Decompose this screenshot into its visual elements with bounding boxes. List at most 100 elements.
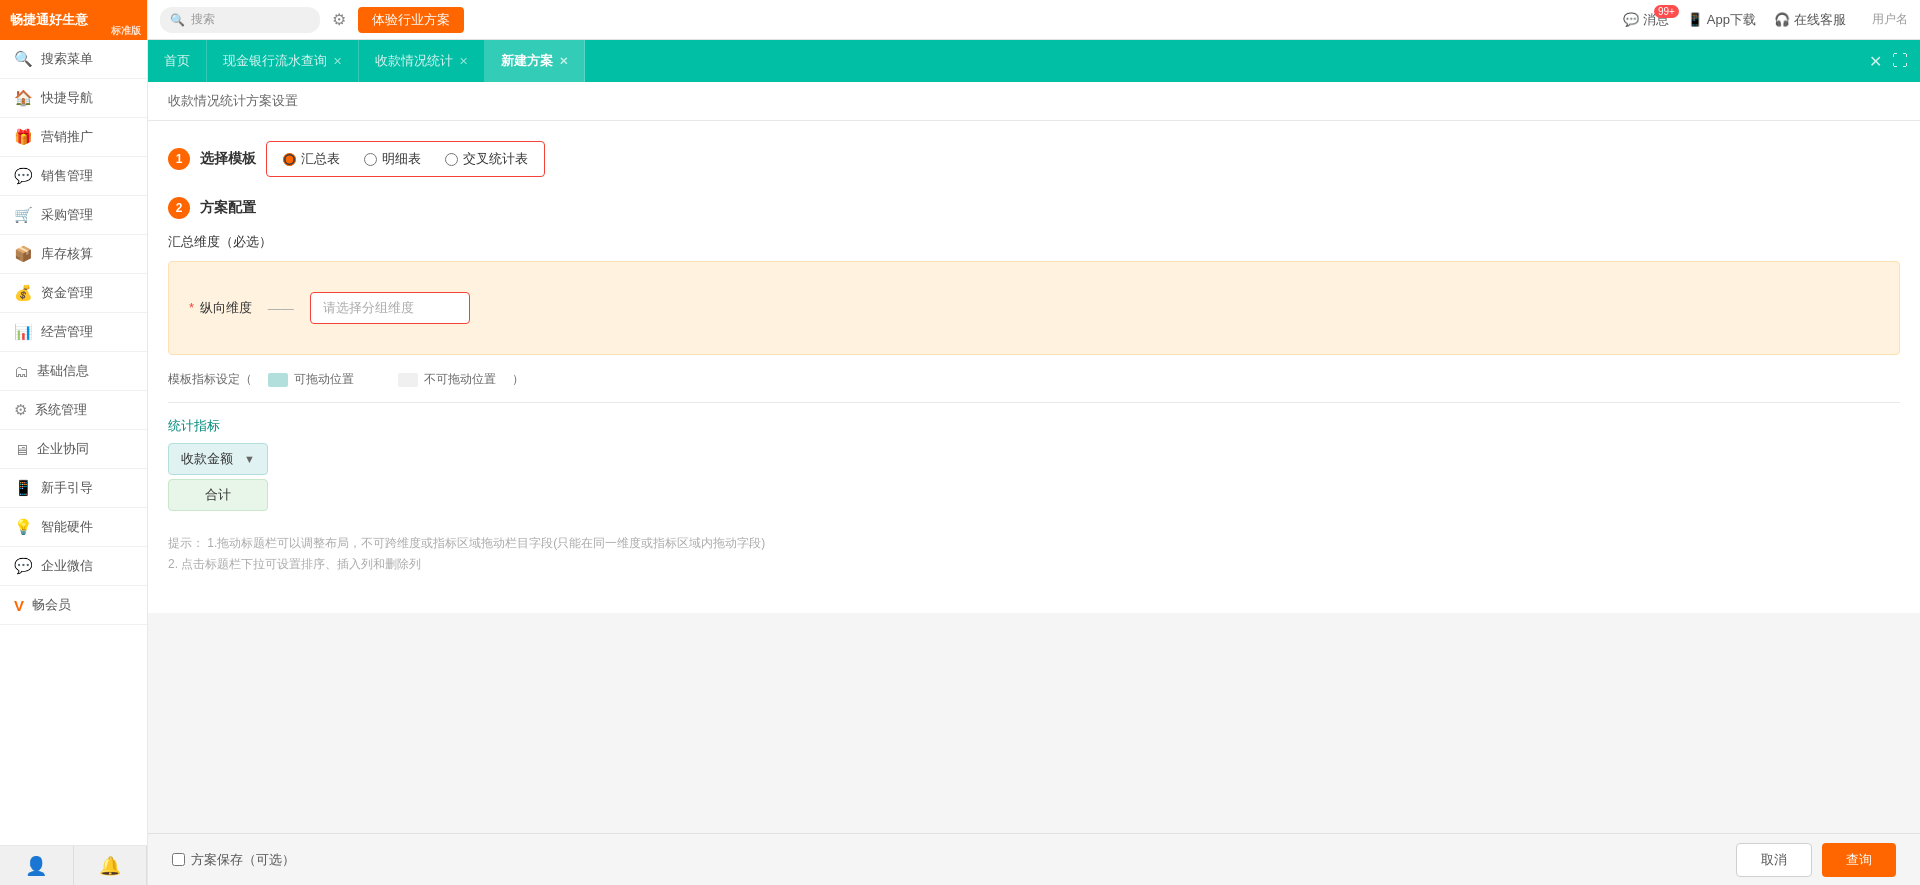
- main-area: 🔍 搜索 ⚙ 体验行业方案 💬 消息 99+ 📱 App下载 🎧 在线客服 用户…: [148, 0, 1920, 885]
- sidebar-user-btn[interactable]: 👤: [0, 846, 74, 885]
- app-download-btn[interactable]: 📱 App下载: [1687, 11, 1756, 29]
- indicator-settings: 模板指标设定（ 可拖动位置 不可拖动位置 ）: [168, 371, 1900, 511]
- topbar-right: 💬 消息 99+ 📱 App下载 🎧 在线客服 用户名: [1623, 11, 1908, 29]
- tab-collection-stat-close[interactable]: ✕: [459, 55, 468, 68]
- mobile-icon: 📱: [14, 479, 33, 497]
- gear-icon: ⚙: [14, 401, 27, 419]
- radio-summary[interactable]: 汇总表: [283, 150, 340, 168]
- sidebar-item-enterprise-coop[interactable]: 🖥 企业协同: [0, 430, 147, 469]
- tab-new-plan[interactable]: 新建方案 ✕: [485, 40, 585, 82]
- download-icon: 📱: [1687, 12, 1703, 27]
- chat-icon: 💬: [14, 167, 33, 185]
- message-icon: 💬: [1623, 12, 1639, 27]
- sidebar-item-quick-nav[interactable]: 🏠 快捷导航: [0, 79, 147, 118]
- logo-text: 畅捷通好生意: [10, 11, 88, 29]
- sidebar-item-newcomer[interactable]: 📱 新手引导: [0, 469, 147, 508]
- dimension-row: * 纵向维度 —— 请选择分组维度: [189, 292, 1879, 324]
- sidebar-item-search-menu[interactable]: 🔍 搜索菜单: [0, 40, 147, 79]
- sidebar-item-label: 系统管理: [35, 401, 87, 419]
- tab-expand-action[interactable]: ⛶: [1892, 52, 1908, 70]
- draggable-legend: 可拖动位置: [268, 371, 354, 388]
- sidebar-item-label: 采购管理: [41, 206, 93, 224]
- config-section: 汇总维度（必选） * 纵向维度 —— 请选择分组维: [168, 233, 1900, 573]
- username-label: 用户名: [1872, 11, 1908, 28]
- radio-detail-input[interactable]: [364, 153, 377, 166]
- sidebar-item-operation[interactable]: 📊 经营管理: [0, 313, 147, 352]
- radio-cross-input[interactable]: [445, 153, 458, 166]
- radio-summary-input[interactable]: [283, 153, 296, 166]
- radio-detail[interactable]: 明细表: [364, 150, 421, 168]
- save-checkbox[interactable]: [172, 853, 185, 866]
- tab-new-plan-label: 新建方案: [501, 52, 553, 70]
- support-label: 在线客服: [1794, 11, 1846, 29]
- tab-collection-stat[interactable]: 收款情况统计 ✕: [359, 40, 485, 82]
- sidebar-item-label: 营销推广: [41, 128, 93, 146]
- tip-1: 提示： 1.拖动标题栏可以调整布局，不可跨维度或指标区域拖动栏目字段(只能在同一…: [168, 535, 1900, 552]
- save-label: 方案保存（可选）: [191, 851, 295, 869]
- sidebar-item-enterprise-wechat[interactable]: 💬 企业微信: [0, 547, 147, 586]
- sidebar-item-label: 智能硬件: [41, 518, 93, 536]
- radio-detail-label: 明细表: [382, 150, 421, 168]
- sidebar-item-basic[interactable]: 🗂 基础信息: [0, 352, 147, 391]
- trial-button[interactable]: 体验行业方案: [358, 7, 464, 33]
- step2-header: 2 方案配置: [168, 197, 1900, 219]
- headset-icon: 🎧: [1774, 12, 1790, 27]
- notification-btn[interactable]: 💬 消息 99+: [1623, 11, 1669, 29]
- topbar: 🔍 搜索 ⚙ 体验行业方案 💬 消息 99+ 📱 App下载 🎧 在线客服 用户…: [148, 0, 1920, 40]
- cancel-button[interactable]: 取消: [1736, 843, 1812, 877]
- edition-label: 标准版: [111, 24, 141, 38]
- sidebar-item-label: 基础信息: [37, 362, 89, 380]
- radio-cross[interactable]: 交叉统计表: [445, 150, 528, 168]
- settings-icon[interactable]: ⚙: [332, 10, 346, 29]
- chart-icon: 📊: [14, 323, 33, 341]
- sidebar-item-label: 资金管理: [41, 284, 93, 302]
- collection-amount-tag[interactable]: 收款金额 ▼: [168, 443, 268, 475]
- sidebar-item-member[interactable]: V 畅会员: [0, 586, 147, 625]
- sidebar-footer: 👤 🔔: [0, 845, 147, 885]
- radio-cross-label: 交叉统计表: [463, 150, 528, 168]
- box-icon: 📦: [14, 245, 33, 263]
- cart-icon: 🛒: [14, 206, 33, 224]
- sidebar-item-purchase[interactable]: 🛒 采购管理: [0, 196, 147, 235]
- chevron-down-icon: ▼: [244, 453, 255, 465]
- sidebar-item-label: 畅会员: [32, 596, 71, 614]
- money-icon: 💰: [14, 284, 33, 302]
- group-dim-select[interactable]: 请选择分组维度: [310, 292, 470, 324]
- arrow-separator: ——: [268, 301, 294, 316]
- search-icon: 🔍: [14, 50, 33, 68]
- query-button[interactable]: 查询: [1822, 843, 1896, 877]
- step2-num: 2: [168, 197, 190, 219]
- tab-new-plan-close[interactable]: ✕: [559, 55, 568, 68]
- sidebar-item-inventory[interactable]: 📦 库存核算: [0, 235, 147, 274]
- tab-home[interactable]: 首页: [148, 40, 207, 82]
- topbar-search[interactable]: 🔍 搜索: [160, 7, 320, 33]
- summary-dim-label: 汇总维度（必选）: [168, 233, 1900, 251]
- sidebar-item-label: 销售管理: [41, 167, 93, 185]
- breadcrumb: 收款情况统计方案设置: [168, 93, 298, 108]
- download-label: App下载: [1707, 11, 1756, 29]
- sidebar-item-sales[interactable]: 💬 销售管理: [0, 157, 147, 196]
- sidebar-bell-btn[interactable]: 🔔: [74, 846, 148, 885]
- support-btn[interactable]: 🎧 在线客服: [1774, 11, 1846, 29]
- subtotal-tag: 合计: [168, 479, 268, 511]
- draggable-legend-box: [268, 373, 288, 387]
- tab-collection-stat-label: 收款情况统计: [375, 52, 453, 70]
- tab-bank-flow-close[interactable]: ✕: [333, 55, 342, 68]
- step1-section: 1 选择模板 汇总表 明细表 交叉统计表: [168, 141, 1900, 177]
- sidebar: 畅捷通好生意 标准版 🔍 搜索菜单 🏠 快捷导航 🎁 营销推广 💬 销售管理 🛒…: [0, 0, 148, 885]
- monitor-icon: 🖥: [14, 441, 29, 458]
- save-option: 方案保存（可选）: [172, 851, 295, 869]
- sidebar-item-smart-hw[interactable]: 💡 智能硬件: [0, 508, 147, 547]
- sidebar-item-finance[interactable]: 💰 资金管理: [0, 274, 147, 313]
- sidebar-item-system[interactable]: ⚙ 系统管理: [0, 391, 147, 430]
- tab-bank-flow[interactable]: 现金银行流水查询 ✕: [207, 40, 359, 82]
- bottom-actions: 取消 查询: [1736, 843, 1896, 877]
- search-magnifier-icon: 🔍: [170, 13, 185, 27]
- gift-icon: 🎁: [14, 128, 33, 146]
- step2-section: 2 方案配置 汇总维度（必选） * 纵向维度: [168, 197, 1900, 573]
- sidebar-item-label: 库存核算: [41, 245, 93, 263]
- tab-close-action[interactable]: ✕: [1869, 52, 1882, 71]
- sidebar-item-marketing[interactable]: 🎁 营销推广: [0, 118, 147, 157]
- indicator-header: 模板指标设定（ 可拖动位置 不可拖动位置 ）: [168, 371, 1900, 388]
- sidebar-item-label: 搜索菜单: [41, 50, 93, 68]
